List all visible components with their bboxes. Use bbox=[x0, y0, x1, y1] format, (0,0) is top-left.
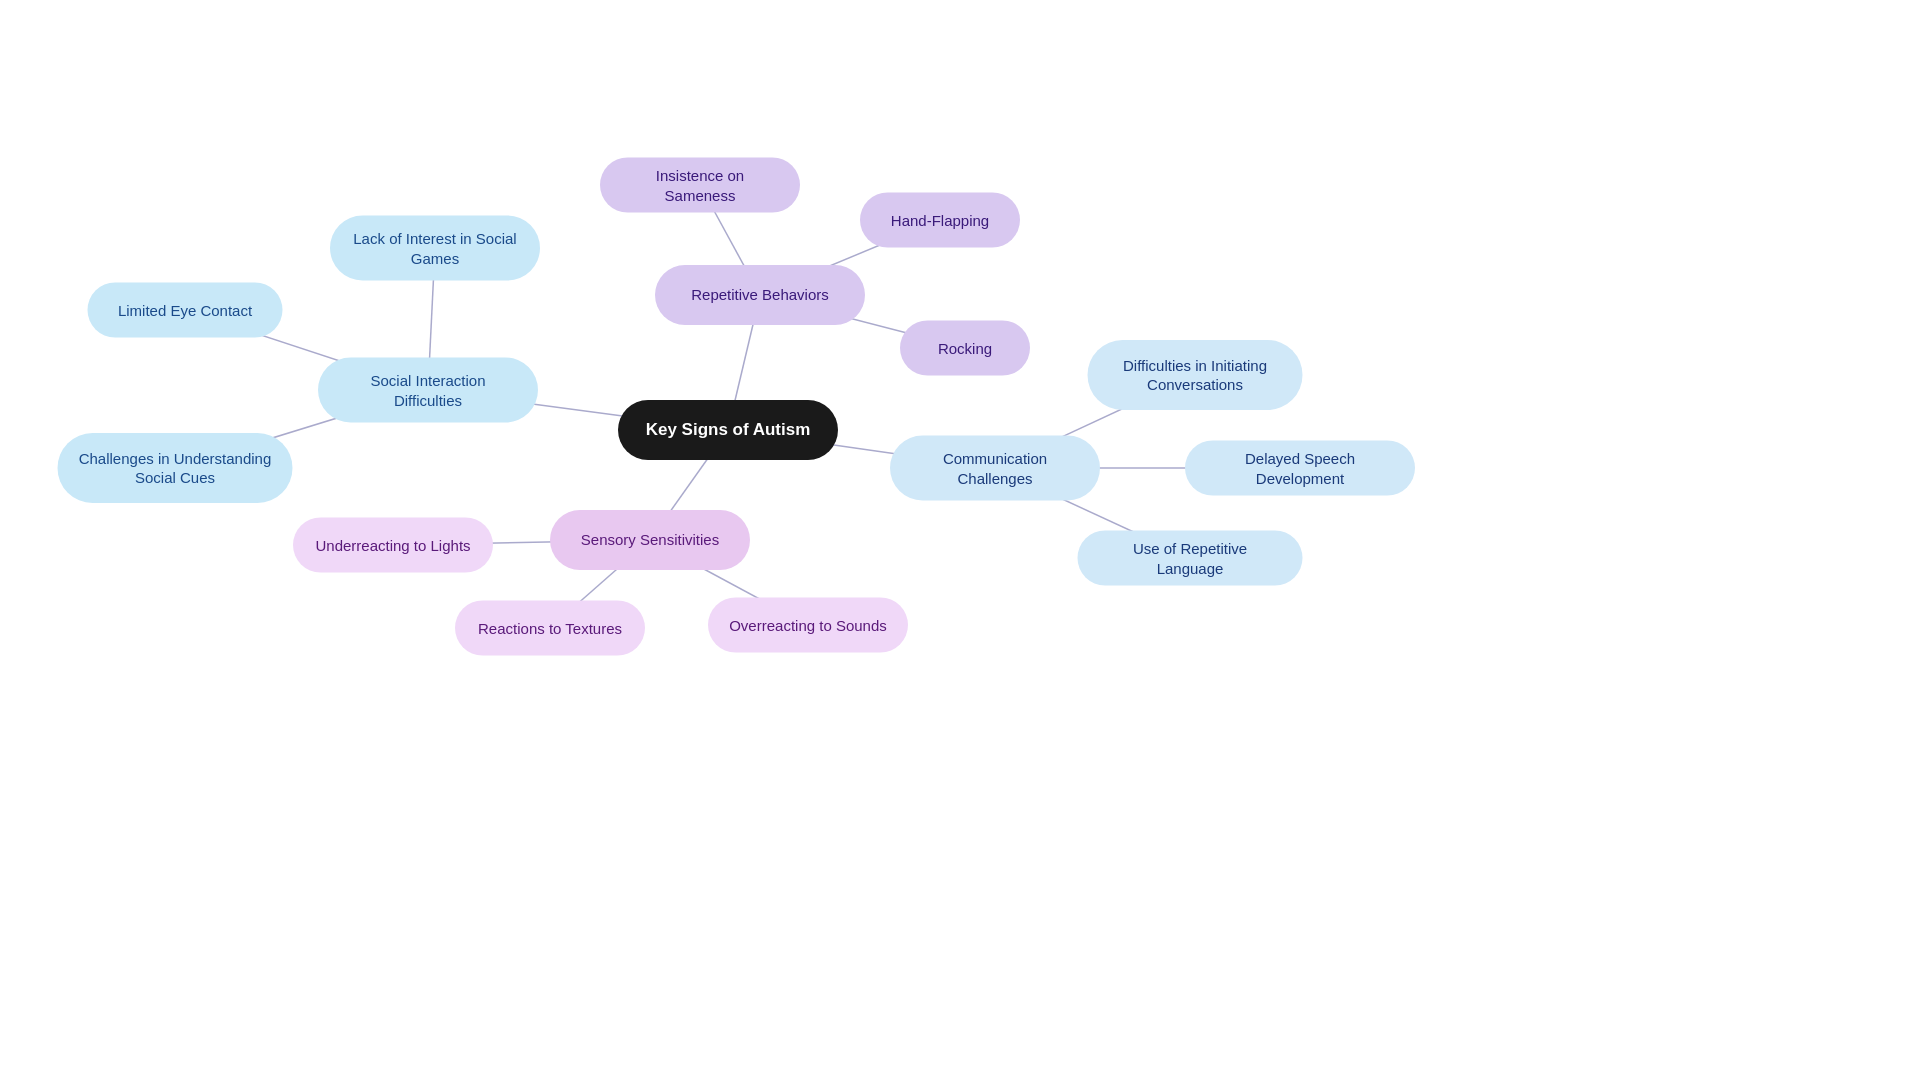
node-lack-social-games: Lack of Interest in SocialGames bbox=[330, 216, 540, 281]
node-communication-challenges: CommunicationChallenges bbox=[890, 436, 1100, 501]
node-repetitive-language: Use of Repetitive Language bbox=[1078, 531, 1303, 586]
node-center: Key Signs of Autism bbox=[618, 400, 838, 460]
node-underreacting-lights: Underreacting to Lights bbox=[293, 518, 493, 573]
mindmap-container: Key Signs of Autism Social InteractionDif… bbox=[0, 0, 1920, 1083]
node-repetitive-behaviors: Repetitive Behaviors bbox=[655, 265, 865, 325]
node-insistence-sameness: Insistence on Sameness bbox=[600, 158, 800, 213]
node-social-interaction: Social InteractionDifficulties bbox=[318, 358, 538, 423]
node-overreacting-sounds: Overreacting to Sounds bbox=[708, 598, 908, 653]
node-delayed-speech: Delayed Speech Development bbox=[1185, 441, 1415, 496]
node-difficulties-initiating: Difficulties in InitiatingConversations bbox=[1088, 340, 1303, 410]
connections-svg bbox=[0, 0, 1920, 1083]
node-limited-eye-contact: Limited Eye Contact bbox=[88, 283, 283, 338]
node-sensory-sensitivities: Sensory Sensitivities bbox=[550, 510, 750, 570]
node-rocking: Rocking bbox=[900, 321, 1030, 376]
node-challenges-social-cues: Challenges in UnderstandingSocial Cues bbox=[58, 433, 293, 503]
node-hand-flapping: Hand-Flapping bbox=[860, 193, 1020, 248]
node-reactions-textures: Reactions to Textures bbox=[455, 601, 645, 656]
